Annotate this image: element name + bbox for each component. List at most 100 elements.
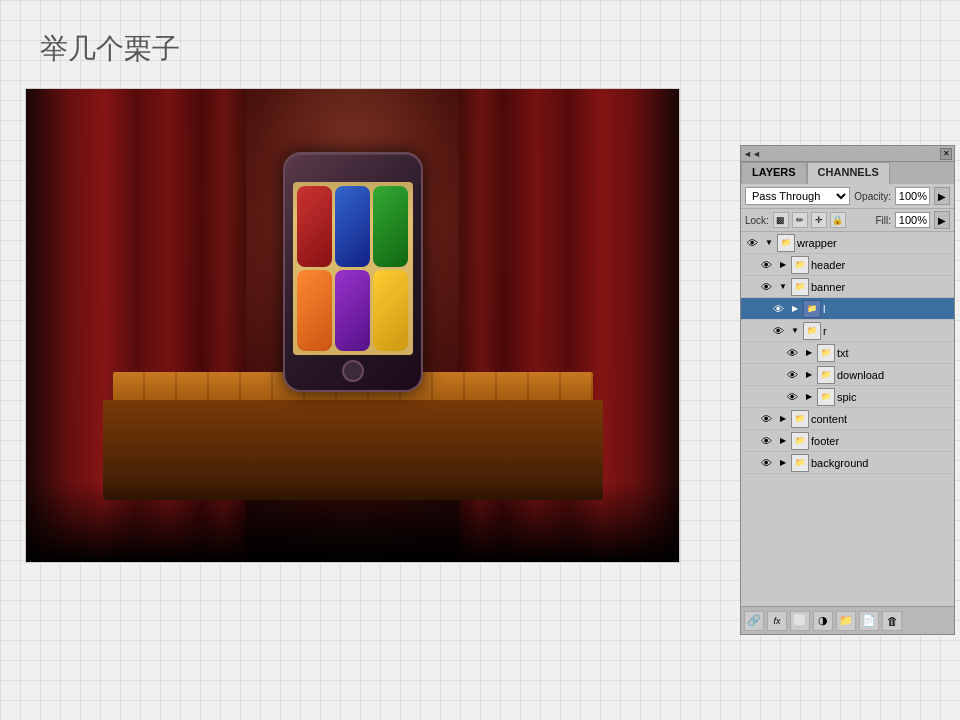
title-area: 举几个栗子 [0, 0, 705, 88]
layer-expand-r[interactable]: ▼ [789, 323, 801, 339]
fill-label: Fill: [875, 215, 891, 226]
layer-icon-banner: 📁 [791, 278, 809, 296]
layer-header[interactable]: 👁 ▶ 📁 header [741, 254, 954, 276]
layer-eye-banner[interactable]: 👁 [757, 278, 775, 296]
layers-panel: ◄◄ ✕ LAYERS CHANNELS Pass Through Normal… [740, 145, 955, 635]
layer-expand-banner[interactable]: ▼ [777, 279, 789, 295]
layers-list[interactable]: 👁 ▼ 📁 wrapper 👁 ▶ 📁 header 👁 ▼ 📁 banner … [741, 232, 954, 606]
stage-image [25, 88, 680, 563]
toolbar-adjustment-button[interactable]: ◑ [813, 611, 833, 631]
opacity-input[interactable] [895, 187, 930, 205]
layer-eye-content[interactable]: 👁 [757, 410, 775, 428]
layer-r[interactable]: 👁 ▼ 📁 r [741, 320, 954, 342]
layer-spic[interactable]: 👁 ▶ 📁 spic [741, 386, 954, 408]
lock-transparent-btn[interactable]: ▩ [773, 212, 789, 228]
toolbar-new-layer-button[interactable]: 📄 [859, 611, 879, 631]
app-icon-2 [335, 186, 370, 267]
layer-expand-wrapper[interactable]: ▼ [763, 235, 775, 251]
app-icon-4 [297, 270, 332, 351]
phone-screen [293, 182, 413, 355]
layer-download[interactable]: 👁 ▶ 📁 download [741, 364, 954, 386]
layer-background[interactable]: 👁 ▶ 📁 background [741, 452, 954, 474]
layer-content[interactable]: 👁 ▶ 📁 content [741, 408, 954, 430]
toolbar-group-button[interactable]: 📁 [836, 611, 856, 631]
page-title: 举几个栗子 [40, 33, 180, 64]
layer-icon-download: 📁 [817, 366, 835, 384]
panel-titlebar: ◄◄ ✕ [741, 146, 954, 162]
layer-expand-l[interactable]: ▶ [789, 301, 801, 317]
layer-eye-background[interactable]: 👁 [757, 454, 775, 472]
layer-name-content: content [811, 413, 952, 425]
lock-row: Lock: ▩ ✏ ✛ 🔒 Fill: ▶ [741, 209, 954, 232]
toolbar-fx-button[interactable]: fx [767, 611, 787, 631]
layer-name-spic: spic [837, 391, 952, 403]
panel-tabs: LAYERS CHANNELS [741, 162, 954, 184]
layer-name-l: l [823, 303, 952, 315]
lock-all-btn[interactable]: 🔒 [830, 212, 846, 228]
layer-name-download: download [837, 369, 952, 381]
layer-expand-content[interactable]: ▶ [777, 411, 789, 427]
panel-close-button[interactable]: ✕ [940, 148, 952, 160]
tab-channels[interactable]: CHANNELS [807, 162, 890, 184]
blend-mode-row: Pass Through Normal Multiply Screen Opac… [741, 184, 954, 209]
lock-label: Lock: [745, 215, 769, 226]
layer-expand-footer[interactable]: ▶ [777, 433, 789, 449]
tab-layers[interactable]: LAYERS [741, 162, 807, 184]
lock-move-btn[interactable]: ✛ [811, 212, 827, 228]
layer-icon-txt: 📁 [817, 344, 835, 362]
layer-expand-background[interactable]: ▶ [777, 455, 789, 471]
layer-icon-background: 📁 [791, 454, 809, 472]
layer-name-background: background [811, 457, 952, 469]
fill-input[interactable] [895, 212, 930, 228]
layer-eye-r[interactable]: 👁 [769, 322, 787, 340]
layer-icon-spic: 📁 [817, 388, 835, 406]
phone-home-button [342, 360, 364, 382]
panel-collapse-arrows[interactable]: ◄◄ [743, 149, 761, 159]
app-icon-6 [373, 270, 408, 351]
toolbar-link-button[interactable]: 🔗 [744, 611, 764, 631]
main-content: 举几个栗子 [0, 0, 705, 720]
layer-l[interactable]: 👁 ▶ 📁 l [741, 298, 954, 320]
app-icon-1 [297, 186, 332, 267]
layer-name-banner: banner [811, 281, 952, 293]
layer-eye-footer[interactable]: 👁 [757, 432, 775, 450]
layer-icon-header: 📁 [791, 256, 809, 274]
layer-eye-wrapper[interactable]: 👁 [743, 234, 761, 252]
lock-icons: ▩ ✏ ✛ 🔒 [773, 212, 846, 228]
app-icon-3 [373, 186, 408, 267]
layer-icon-r: 📁 [803, 322, 821, 340]
layer-expand-txt[interactable]: ▶ [803, 345, 815, 361]
layer-eye-l[interactable]: 👁 [769, 300, 787, 318]
layer-icon-l: 📁 [803, 300, 821, 318]
layer-name-txt: txt [837, 347, 952, 359]
app-icon-5 [335, 270, 370, 351]
layer-footer[interactable]: 👁 ▶ 📁 footer [741, 430, 954, 452]
layer-name-header: header [811, 259, 952, 271]
lock-paint-btn[interactable]: ✏ [792, 212, 808, 228]
panel-bottom-toolbar: 🔗 fx ⬜ ◑ 📁 📄 🗑 [741, 606, 954, 634]
layer-eye-spic[interactable]: 👁 [783, 388, 801, 406]
phone-screen-inner [293, 182, 413, 355]
layer-wrapper[interactable]: 👁 ▼ 📁 wrapper [741, 232, 954, 254]
layer-banner[interactable]: 👁 ▼ 📁 banner [741, 276, 954, 298]
layer-icon-content: 📁 [791, 410, 809, 428]
floor-shadow [26, 482, 679, 562]
layer-eye-download[interactable]: 👁 [783, 366, 801, 384]
toolbar-delete-button[interactable]: 🗑 [882, 611, 902, 631]
phone [283, 152, 423, 392]
fill-arrow[interactable]: ▶ [934, 211, 950, 229]
layer-expand-download[interactable]: ▶ [803, 367, 815, 383]
layer-icon-wrapper: 📁 [777, 234, 795, 252]
layer-name-r: r [823, 325, 952, 337]
opacity-arrow[interactable]: ▶ [934, 187, 950, 205]
layer-name-wrapper: wrapper [797, 237, 952, 249]
layer-txt[interactable]: 👁 ▶ 📁 txt [741, 342, 954, 364]
toolbar-mask-button[interactable]: ⬜ [790, 611, 810, 631]
layer-expand-spic[interactable]: ▶ [803, 389, 815, 405]
layer-eye-header[interactable]: 👁 [757, 256, 775, 274]
layer-icon-footer: 📁 [791, 432, 809, 450]
opacity-label: Opacity: [854, 191, 891, 202]
layer-expand-header[interactable]: ▶ [777, 257, 789, 273]
blend-mode-select[interactable]: Pass Through Normal Multiply Screen [745, 187, 850, 205]
layer-eye-txt[interactable]: 👁 [783, 344, 801, 362]
